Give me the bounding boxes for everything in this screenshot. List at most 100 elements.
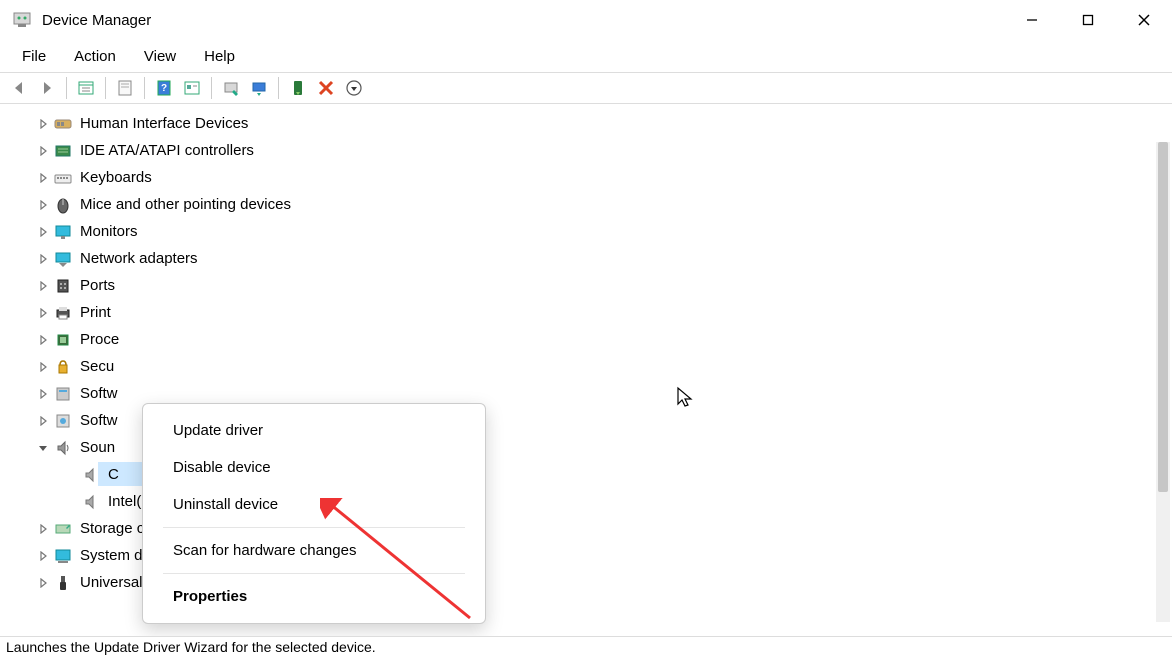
port-icon — [52, 275, 74, 297]
chevron-right-icon[interactable] — [34, 169, 52, 187]
chevron-right-icon[interactable] — [34, 250, 52, 268]
chevron-right-icon[interactable] — [34, 520, 52, 538]
tree-item-label: Network adapters — [80, 250, 198, 267]
scrollbar-thumb[interactable] — [1158, 142, 1168, 492]
mouse-icon — [52, 194, 74, 216]
toolbar-forward-button[interactable] — [34, 75, 60, 101]
chevron-right-icon[interactable] — [34, 574, 52, 592]
toolbar-uninstall-device-button[interactable] — [313, 75, 339, 101]
context-menu: Update driver Disable device Uninstall d… — [142, 403, 486, 624]
speaker-icon — [80, 464, 102, 486]
tree-item-label: Mice and other pointing devices — [80, 196, 291, 213]
chevron-right-icon[interactable] — [34, 358, 52, 376]
monitor-icon — [52, 221, 74, 243]
toolbar: ? — [0, 72, 1172, 104]
chevron-right-icon[interactable] — [34, 412, 52, 430]
toolbar-update-driver-button[interactable] — [246, 75, 272, 101]
tree-item[interactable]: Mice and other pointing devices — [34, 191, 1172, 218]
toolbar-show-tree-button[interactable] — [73, 75, 99, 101]
tree-item[interactable]: Human Interface Devices — [34, 110, 1172, 137]
toolbar-separator — [278, 77, 279, 99]
menu-view[interactable]: View — [130, 44, 190, 69]
minimize-button[interactable] — [1004, 0, 1060, 40]
toolbar-properties-button[interactable] — [112, 75, 138, 101]
tree-item[interactable]: Secu — [34, 353, 1172, 380]
window-controls — [1004, 0, 1172, 40]
chevron-right-icon[interactable] — [34, 142, 52, 160]
ctx-update-driver[interactable]: Update driver — [143, 412, 485, 449]
chevron-right-icon — [62, 493, 80, 511]
menu-help[interactable]: Help — [190, 44, 249, 69]
toolbar-separator — [66, 77, 67, 99]
software-icon — [52, 383, 74, 405]
tree-item-label: Ports — [80, 277, 115, 294]
window-title: Device Manager — [42, 12, 151, 29]
app-icon — [12, 10, 32, 30]
chevron-right-icon[interactable] — [34, 223, 52, 241]
tree-item-label: C — [108, 466, 119, 483]
tree-item[interactable]: Network adapters — [34, 245, 1172, 272]
menu-file[interactable]: File — [8, 44, 60, 69]
toolbar-separator — [105, 77, 106, 99]
tree-item-label: Print — [80, 304, 111, 321]
tree-item-label: Softw — [80, 385, 118, 402]
chevron-right-icon[interactable] — [34, 304, 52, 322]
tree-item[interactable]: Ports — [34, 272, 1172, 299]
chevron-right-icon[interactable] — [34, 547, 52, 565]
chevron-right-icon[interactable] — [34, 196, 52, 214]
tree-pane: Human Interface Devices IDE ATA/ATAPI con… — [0, 104, 1172, 636]
menu-action[interactable]: Action — [60, 44, 130, 69]
tree-item[interactable]: Proce — [34, 326, 1172, 353]
toolbar-action-properties-button[interactable] — [179, 75, 205, 101]
ctx-properties[interactable]: Properties — [143, 578, 485, 615]
toolbar-separator — [144, 77, 145, 99]
chevron-right-icon[interactable] — [34, 277, 52, 295]
cpu-icon — [52, 329, 74, 351]
ctx-disable-device[interactable]: Disable device — [143, 449, 485, 486]
chevron-down-icon[interactable] — [34, 439, 52, 457]
tree-item-label: Secu — [80, 358, 114, 375]
speaker-icon — [80, 491, 102, 513]
chevron-right-icon[interactable] — [34, 115, 52, 133]
tree-item-label: Monitors — [80, 223, 138, 240]
tree-item-label: IDE ATA/ATAPI controllers — [80, 142, 254, 159]
tree-item-label: Soun — [80, 439, 115, 456]
software2-icon — [52, 410, 74, 432]
hid-icon — [52, 113, 74, 135]
tree-item[interactable]: IDE ATA/ATAPI controllers — [34, 137, 1172, 164]
system-icon — [52, 545, 74, 567]
chevron-right-icon[interactable] — [34, 385, 52, 403]
toolbar-scan-hardware-button[interactable] — [218, 75, 244, 101]
toolbar-back-button[interactable] — [6, 75, 32, 101]
ctx-uninstall-device[interactable]: Uninstall device — [143, 486, 485, 523]
printer-icon — [52, 302, 74, 324]
tree-item[interactable]: Monitors — [34, 218, 1172, 245]
ide-icon — [52, 140, 74, 162]
toolbar-enable-device-button[interactable] — [285, 75, 311, 101]
close-button[interactable] — [1116, 0, 1172, 40]
storage-icon — [52, 518, 74, 540]
tree-item[interactable]: Keyboards — [34, 164, 1172, 191]
ctx-scan-hardware[interactable]: Scan for hardware changes — [143, 532, 485, 569]
tree-item-label: Proce — [80, 331, 119, 348]
chevron-right-icon — [62, 466, 80, 484]
tree-item-label: Softw — [80, 412, 118, 429]
chevron-right-icon[interactable] — [34, 331, 52, 349]
ctx-separator — [163, 527, 465, 528]
tree-item[interactable]: Print — [34, 299, 1172, 326]
status-bar: Launches the Update Driver Wizard for th… — [0, 636, 1172, 659]
titlebar: Device Manager — [0, 0, 1172, 40]
vertical-scrollbar[interactable] — [1156, 142, 1170, 622]
ctx-separator — [163, 573, 465, 574]
toolbar-separator — [211, 77, 212, 99]
network-icon — [52, 248, 74, 270]
tree-item-label: Human Interface Devices — [80, 115, 248, 132]
toolbar-help-button[interactable]: ? — [151, 75, 177, 101]
toolbar-add-legacy-button[interactable] — [341, 75, 367, 101]
sound-icon — [52, 437, 74, 459]
svg-text:?: ? — [161, 83, 167, 94]
keyboard-icon — [52, 167, 74, 189]
maximize-button[interactable] — [1060, 0, 1116, 40]
tree-item-label: Keyboards — [80, 169, 152, 186]
security-icon — [52, 356, 74, 378]
